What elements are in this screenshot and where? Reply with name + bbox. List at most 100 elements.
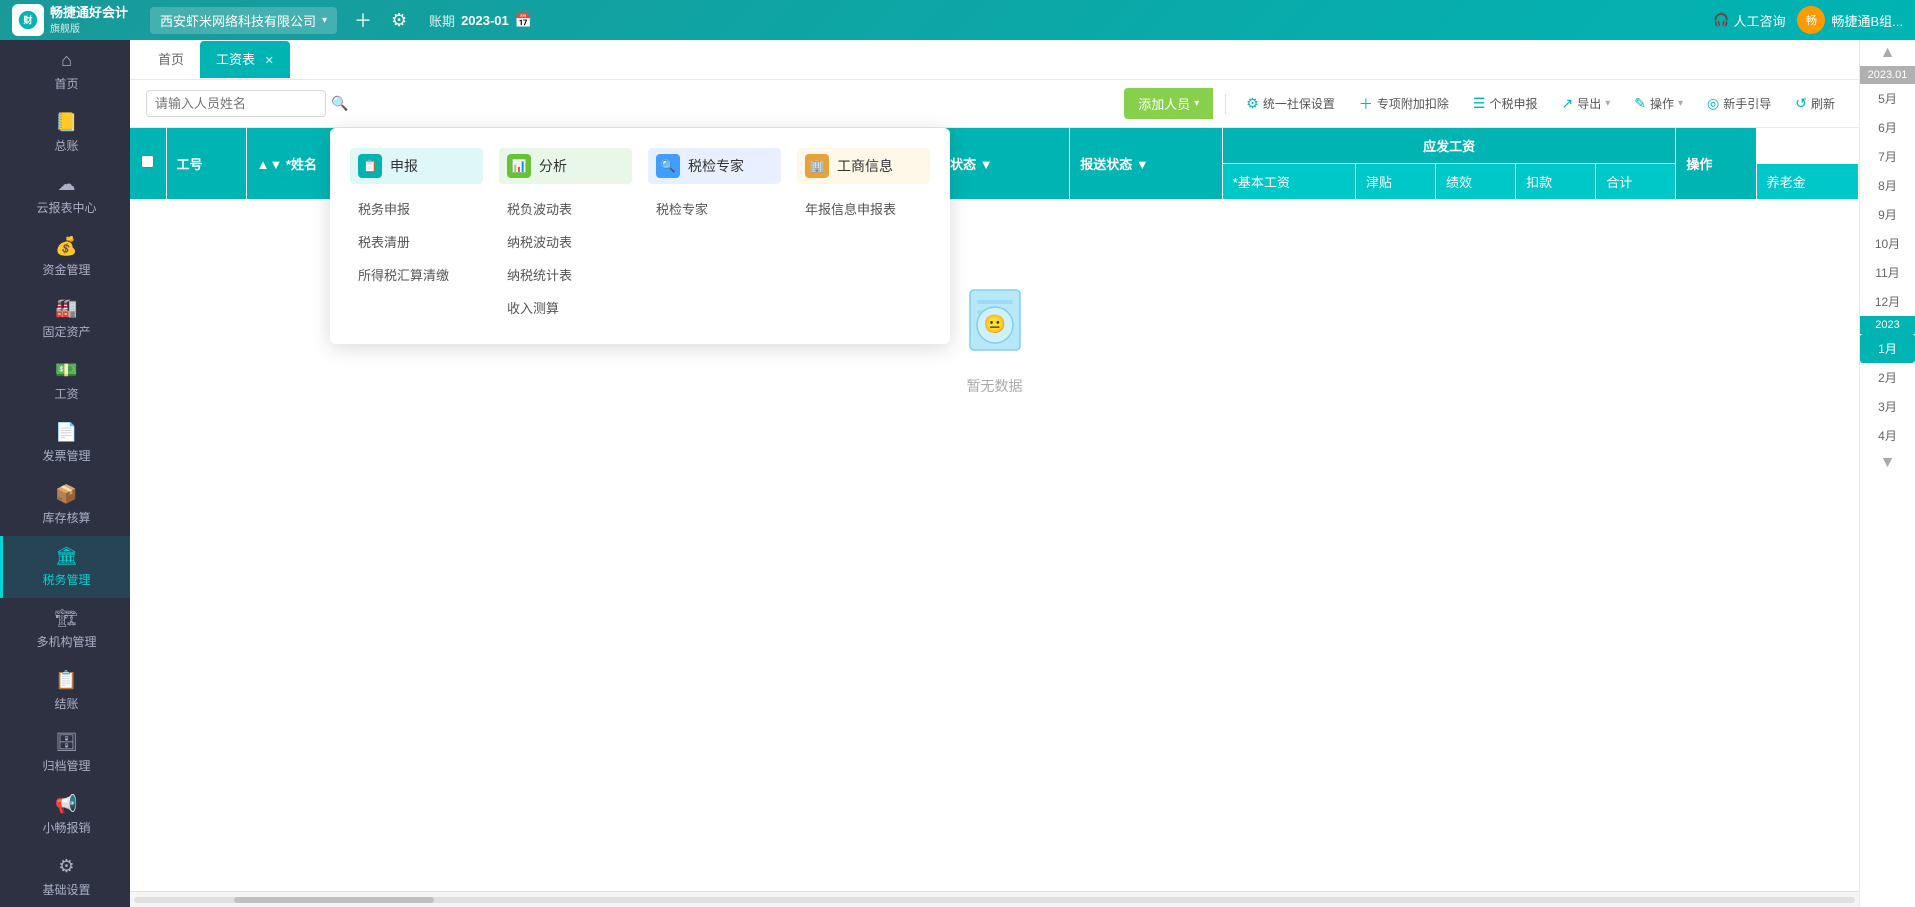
- scrollbar-thumb[interactable]: [234, 897, 434, 903]
- user-area[interactable]: 畅 畅捷通B组...: [1797, 6, 1903, 34]
- period-area: 账期 2023-01 📅: [429, 11, 532, 30]
- sidebar-item-固定资产[interactable]: 🏭固定资产: [0, 288, 130, 350]
- menu-item[interactable]: 年报信息申报表: [797, 192, 930, 225]
- operation-btn[interactable]: ✎ 操作 ▾: [1626, 91, 1691, 116]
- content-area: 🔍 添加人员 ▾ ⚙ 统一社保设置 ＋ 专项附加扣除: [130, 80, 1859, 907]
- export-btn[interactable]: ↗ 导出 ▾: [1553, 91, 1618, 116]
- cal-current-year-header: 2023: [1860, 316, 1915, 334]
- logo-text-area: 畅捷通好会计 旗舰版: [50, 5, 128, 36]
- tab-home[interactable]: 首页: [142, 41, 200, 78]
- th-checkbox: [130, 128, 166, 199]
- search-input[interactable]: [155, 96, 331, 111]
- sidebar-item-归档管理[interactable]: 🗄归档管理: [0, 722, 130, 784]
- cal-month-8[interactable]: 8月: [1860, 171, 1915, 200]
- sidebar-icon: 💵: [55, 360, 77, 381]
- main-content: 首页 工资表 ✕ 🔍 添加人员 ▾: [130, 40, 1859, 907]
- sidebar-item-云报表中心[interactable]: ☁云报表中心: [0, 164, 130, 226]
- sidebar-icon: 📦: [55, 484, 77, 505]
- cal-month-4[interactable]: 4月: [1860, 421, 1915, 450]
- guide-btn[interactable]: ◎ 新手引导: [1699, 91, 1779, 116]
- add-person-button[interactable]: 添加人员 ▾: [1124, 88, 1213, 119]
- sidebar-item-首页[interactable]: ⌂首页: [0, 40, 130, 102]
- svg-text:财: 财: [22, 15, 32, 26]
- sidebar-item-工资[interactable]: 💵工资: [0, 350, 130, 412]
- tab-payroll[interactable]: 工资表 ✕: [200, 41, 290, 78]
- cal-month-11[interactable]: 11月: [1860, 258, 1915, 287]
- menu-section-title: 工商信息: [837, 156, 893, 176]
- sidebar-item-小畅报销[interactable]: 📢小畅报销: [0, 784, 130, 846]
- sidebar-icon: 🏛: [55, 546, 78, 567]
- sidebar-item-库存核算[interactable]: 📦库存核算: [0, 474, 130, 536]
- menu-section-title: 申报: [390, 156, 418, 176]
- cal-month-2[interactable]: 2月: [1860, 363, 1915, 392]
- sidebar-label: 基础设置: [42, 881, 90, 898]
- sidebar-item-总账[interactable]: 📒总账: [0, 102, 130, 164]
- menu-col-0: 📋申报税务申报税表清册所得税汇算清缴: [342, 140, 491, 332]
- cal-month-12[interactable]: 12月: [1860, 287, 1915, 316]
- menu-item[interactable]: 所得税汇算清缴: [350, 258, 483, 291]
- cal-month-10[interactable]: 10月: [1860, 229, 1915, 258]
- operation-icon: ✎: [1634, 95, 1646, 112]
- menu-item[interactable]: 税务申报: [350, 192, 483, 225]
- company-dropdown-icon: ▾: [322, 15, 327, 26]
- calendar-icon[interactable]: 📅: [515, 12, 532, 29]
- social-insurance-btn[interactable]: ⚙ 统一社保设置: [1238, 91, 1343, 116]
- refresh-btn[interactable]: ↺ 刷新: [1787, 91, 1843, 116]
- menu-item[interactable]: 税表清册: [350, 225, 483, 258]
- special-deduction-icon: ＋: [1359, 94, 1373, 114]
- cal-nav-up[interactable]: ▲: [1860, 40, 1915, 66]
- cal-month-6[interactable]: 6月: [1860, 113, 1915, 142]
- scrollbar-track[interactable]: [134, 897, 1855, 903]
- export-label: 导出: [1577, 95, 1601, 112]
- support-button[interactable]: 🎧 人工咨询: [1713, 11, 1785, 30]
- cal-month-9[interactable]: 9月: [1860, 200, 1915, 229]
- sidebar-icon: 📄: [55, 422, 77, 443]
- tax-declaration-icon: ☰: [1473, 95, 1486, 112]
- add-dropdown-icon: ▾: [1194, 98, 1199, 109]
- company-selector[interactable]: 西安虾米网络科技有限公司 ▾: [150, 7, 337, 34]
- select-all-checkbox[interactable]: [141, 155, 154, 168]
- toolbar: 🔍 添加人员 ▾ ⚙ 统一社保设置 ＋ 专项附加扣除: [130, 80, 1859, 128]
- cal-prev-year-header: 2023.01: [1860, 66, 1915, 84]
- cal-nav-down[interactable]: ▼: [1860, 450, 1915, 476]
- operation-label: 操作: [1650, 95, 1674, 112]
- sidebar-item-结账[interactable]: 📋结账: [0, 660, 130, 722]
- special-deduction-btn[interactable]: ＋ 专项附加扣除: [1351, 90, 1457, 118]
- sidebar-item-发票管理[interactable]: 📄发票管理: [0, 412, 130, 474]
- sidebar-item-税务管理[interactable]: 🏛税务管理: [0, 536, 130, 598]
- settings-button[interactable]: ⚙: [385, 6, 413, 34]
- menu-col-header-0: 📋申报: [350, 148, 483, 184]
- menu-item[interactable]: 纳税波动表: [499, 225, 632, 258]
- sidebar-item-资金管理[interactable]: 💰资金管理: [0, 226, 130, 288]
- guide-label: 新手引导: [1723, 95, 1771, 112]
- sidebar: ⌂首页📒总账☁云报表中心💰资金管理🏭固定资产💵工资📄发票管理📦库存核算🏛税务管理…: [0, 40, 130, 907]
- cal-month-1[interactable]: 1月: [1860, 334, 1915, 363]
- tax-declaration-btn[interactable]: ☰ 个税申报: [1465, 91, 1546, 116]
- svg-text:😐: 😐: [983, 314, 1005, 334]
- menu-col-header-2: 🔍税检专家: [648, 148, 781, 184]
- tab-close-icon[interactable]: ✕: [265, 55, 274, 67]
- menu-item[interactable]: 收入测算: [499, 291, 632, 324]
- th-allowance: 津贴: [1355, 164, 1435, 200]
- cal-month-7[interactable]: 7月: [1860, 142, 1915, 171]
- company-name: 西安虾米网络科技有限公司: [160, 11, 316, 30]
- sidebar-label: 固定资产: [42, 323, 90, 340]
- cal-month-5[interactable]: 5月: [1860, 84, 1915, 113]
- scrollbar-area: [130, 891, 1859, 907]
- menu-item[interactable]: 税检专家: [648, 192, 781, 225]
- sidebar-item-多机构管理[interactable]: 🏗多机构管理: [0, 598, 130, 660]
- menu-item[interactable]: 纳税统计表: [499, 258, 632, 291]
- social-insurance-label: 统一社保设置: [1263, 95, 1335, 112]
- menu-col-3: 🏢工商信息年报信息申报表: [789, 140, 938, 332]
- sidebar-icon: 🏗: [55, 608, 78, 629]
- cal-month-3[interactable]: 3月: [1860, 392, 1915, 421]
- support-label: 人工咨询: [1733, 11, 1785, 30]
- menu-item[interactable]: 税负波动表: [499, 192, 632, 225]
- special-deduction-label: 专项附加扣除: [1377, 95, 1449, 112]
- logo-icon: 财: [12, 4, 44, 36]
- sidebar-item-基础设置[interactable]: ⚙基础设置: [0, 846, 130, 907]
- search-wrap[interactable]: 🔍: [146, 90, 326, 117]
- sidebar-label: 总账: [54, 137, 78, 154]
- menu-col-2: 🔍税检专家税检专家: [640, 140, 789, 332]
- add-company-button[interactable]: ＋: [349, 6, 377, 34]
